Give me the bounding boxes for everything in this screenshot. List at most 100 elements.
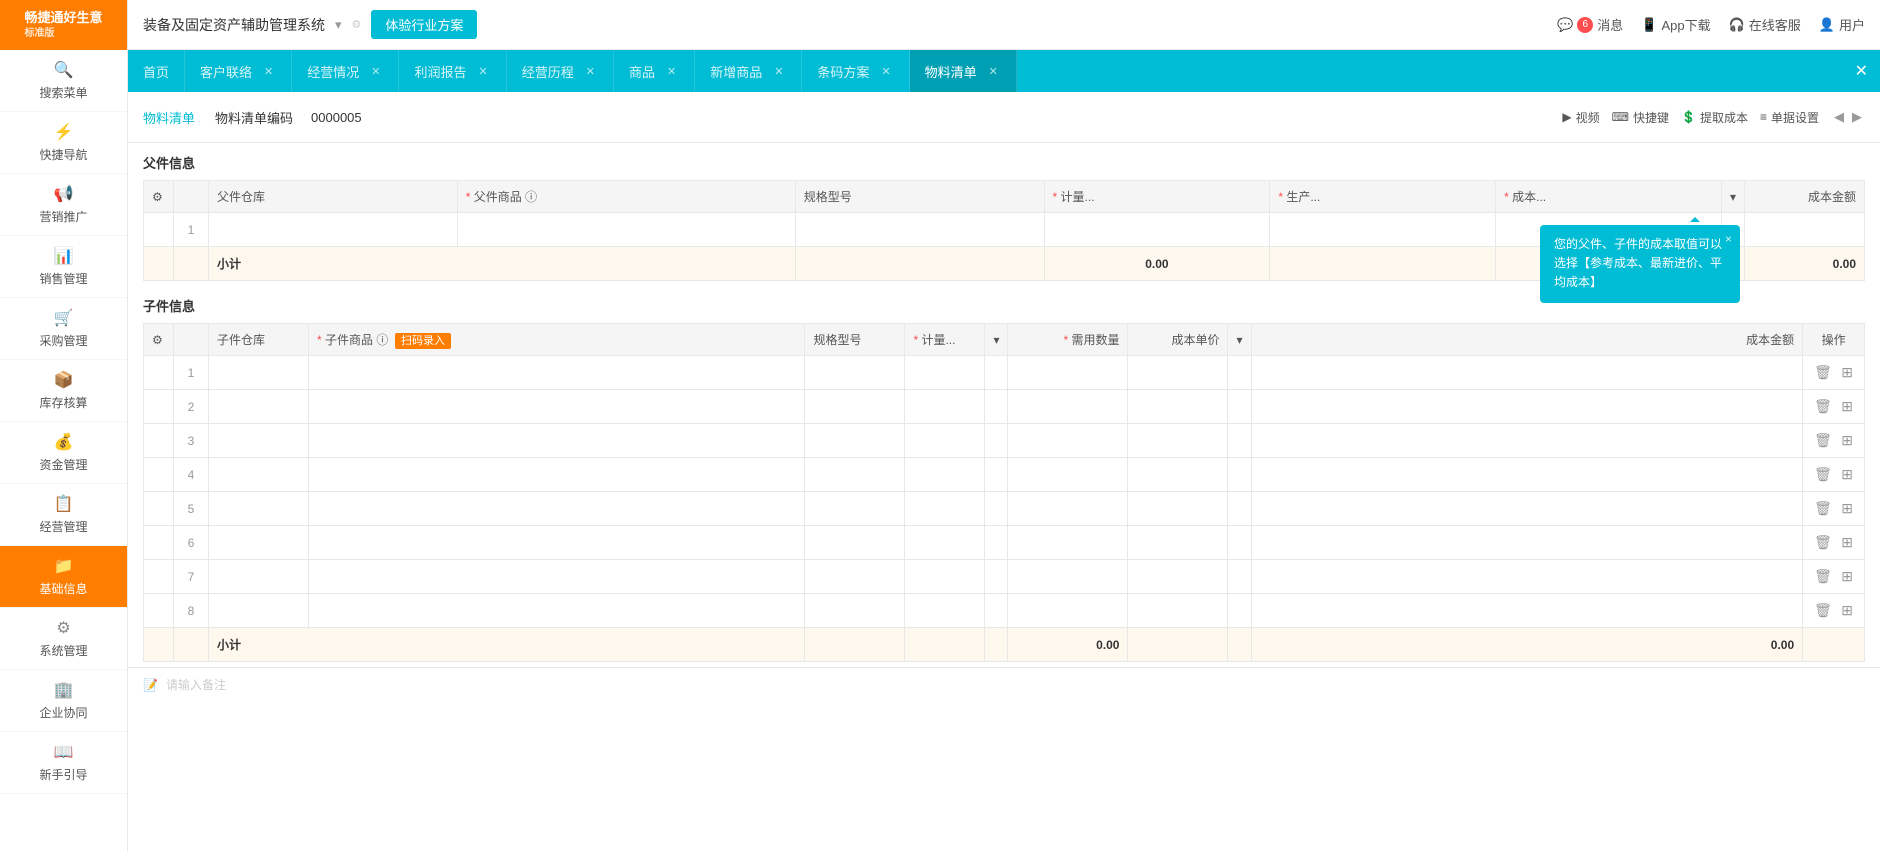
sidebar-item-operations-mgr[interactable]: 📋 经营管理 — [0, 484, 127, 546]
copy-row-5[interactable]: ⊞ — [1838, 500, 1856, 516]
copy-row-2[interactable]: ⊞ — [1838, 398, 1856, 414]
nav-tab-new_products[interactable]: 新增商品✕ — [695, 50, 802, 92]
tab-close-new_products[interactable]: ✕ — [771, 64, 786, 79]
child-row-6-unit[interactable] — [905, 526, 985, 560]
child-row-4-unit[interactable] — [905, 458, 985, 492]
parent-row-1-product[interactable] — [457, 213, 795, 247]
child-row-8-spec[interactable] — [805, 594, 905, 628]
header-gear[interactable]: ⚙ — [352, 18, 362, 31]
sidebar-item-quick-nav[interactable]: ⚡ 快捷导航 — [0, 112, 127, 174]
sidebar-item-marketing[interactable]: 📢 营销推广 — [0, 174, 127, 236]
tab-close-history[interactable]: ✕ — [583, 64, 598, 79]
next-arrow[interactable]: ▶ — [1849, 109, 1865, 125]
sidebar-item-sales[interactable]: 📊 销售管理 — [0, 236, 127, 298]
child-row-4-unit-cost[interactable] — [1128, 458, 1228, 492]
child-row-4-warehouse[interactable] — [209, 458, 309, 492]
child-row-6-spec[interactable] — [805, 526, 905, 560]
parent-col-gear[interactable]: ⚙ — [144, 181, 174, 213]
child-row-8-qty[interactable] — [1008, 594, 1128, 628]
delete-row-1[interactable]: 🗑 — [1811, 364, 1835, 380]
child-row-2-product[interactable] — [309, 390, 805, 424]
prev-arrow[interactable]: ◀ — [1831, 109, 1847, 125]
child-row-3-spec[interactable] — [805, 424, 905, 458]
delete-row-5[interactable]: 🗑 — [1811, 500, 1835, 516]
child-row-1-qty[interactable] — [1008, 356, 1128, 390]
copy-row-4[interactable]: ⊞ — [1838, 466, 1856, 482]
child-row-2-qty[interactable] — [1008, 390, 1128, 424]
nav-tab-bom[interactable]: 物料清单✕ — [910, 50, 1017, 92]
view-video-btn[interactable]: ▶ 视频 — [1562, 109, 1599, 126]
nav-tab-products[interactable]: 商品✕ — [614, 50, 695, 92]
nav-tab-profit[interactable]: 利润报告✕ — [399, 50, 506, 92]
copy-row-6[interactable]: ⊞ — [1838, 534, 1856, 550]
sidebar-item-system[interactable]: ⚙ 系统管理 — [0, 608, 127, 670]
child-row-8-warehouse[interactable] — [209, 594, 309, 628]
nav-tab-home[interactable]: 首页 — [128, 50, 185, 92]
child-row-1-warehouse[interactable] — [209, 356, 309, 390]
copy-row-7[interactable]: ⊞ — [1838, 568, 1856, 584]
child-row-6-warehouse[interactable] — [209, 526, 309, 560]
child-row-5-unit[interactable] — [905, 492, 985, 526]
delete-row-6[interactable]: 🗑 — [1811, 534, 1835, 550]
parent-row-1-warehouse[interactable] — [209, 213, 458, 247]
copy-row-1[interactable]: ⊞ — [1838, 364, 1856, 380]
tooltip-close[interactable]: × — [1725, 230, 1732, 249]
parent-row-1-unit[interactable] — [1044, 213, 1270, 247]
child-row-2-unit[interactable] — [905, 390, 985, 424]
child-row-3-unit[interactable] — [905, 424, 985, 458]
delete-row-7[interactable]: 🗑 — [1811, 568, 1835, 584]
child-row-6-product[interactable] — [309, 526, 805, 560]
tab-close-customers[interactable]: ✕ — [261, 64, 276, 79]
delete-row-8[interactable]: 🗑 — [1811, 602, 1835, 618]
nav-tab-operations[interactable]: 经营情况✕ — [292, 50, 399, 92]
sidebar-item-finance[interactable]: 💰 资金管理 — [0, 422, 127, 484]
child-row-4-qty[interactable] — [1008, 458, 1128, 492]
doc-settings-btn[interactable]: ≡ 单据设置 — [1760, 109, 1819, 126]
child-row-2-spec[interactable] — [805, 390, 905, 424]
child-row-5-unit-cost[interactable] — [1128, 492, 1228, 526]
close-all-tabs[interactable]: ✕ — [1843, 50, 1880, 92]
child-row-6-qty[interactable] — [1008, 526, 1128, 560]
child-row-5-warehouse[interactable] — [209, 492, 309, 526]
child-row-7-unit[interactable] — [905, 560, 985, 594]
child-row-7-product[interactable] — [309, 560, 805, 594]
messages-btn[interactable]: 💬 6 消息 — [1557, 15, 1623, 34]
online-service-btn[interactable]: 🎧 在线客服 — [1729, 15, 1801, 34]
nav-tab-barcode[interactable]: 条码方案✕ — [802, 50, 909, 92]
child-row-5-spec[interactable] — [805, 492, 905, 526]
child-row-3-qty[interactable] — [1008, 424, 1128, 458]
delete-row-3[interactable]: 🗑 — [1811, 432, 1835, 448]
child-row-4-spec[interactable] — [805, 458, 905, 492]
sidebar-item-inventory[interactable]: 📦 库存核算 — [0, 360, 127, 422]
nav-tab-history[interactable]: 经营历程✕ — [507, 50, 614, 92]
child-row-4-product[interactable] — [309, 458, 805, 492]
app-download-btn[interactable]: 📱 App下载 — [1641, 15, 1710, 34]
child-row-7-unit-cost[interactable] — [1128, 560, 1228, 594]
sidebar-item-search[interactable]: 🔍 搜索菜单 — [0, 50, 127, 112]
tab-close-bom[interactable]: ✕ — [986, 64, 1001, 79]
tab-close-profit[interactable]: ✕ — [476, 64, 491, 79]
child-row-1-unit[interactable] — [905, 356, 985, 390]
dropdown-arrow[interactable]: ▾ — [335, 17, 342, 33]
delete-row-2[interactable]: 🗑 — [1811, 398, 1835, 414]
child-row-1-spec[interactable] — [805, 356, 905, 390]
child-row-7-warehouse[interactable] — [209, 560, 309, 594]
nav-tab-customers[interactable]: 客户联络✕ — [185, 50, 292, 92]
sidebar-item-guide[interactable]: 📖 新手引导 — [0, 732, 127, 794]
child-row-8-unit[interactable] — [905, 594, 985, 628]
trial-button[interactable]: 体验行业方案 — [371, 10, 477, 39]
copy-row-8[interactable]: ⊞ — [1838, 602, 1856, 618]
child-row-7-qty[interactable] — [1008, 560, 1128, 594]
tab-close-barcode[interactable]: ✕ — [878, 64, 893, 79]
child-row-5-product[interactable] — [309, 492, 805, 526]
sidebar-item-purchase[interactable]: 🛒 采购管理 — [0, 298, 127, 360]
child-row-8-unit-cost[interactable] — [1128, 594, 1228, 628]
child-row-5-qty[interactable] — [1008, 492, 1128, 526]
child-row-8-product[interactable] — [309, 594, 805, 628]
tab-close-operations[interactable]: ✕ — [368, 64, 383, 79]
sidebar-item-basic-info[interactable]: 📁 基础信息 — [0, 546, 127, 608]
child-row-3-unit-cost[interactable] — [1128, 424, 1228, 458]
child-row-2-unit-cost[interactable] — [1128, 390, 1228, 424]
child-row-7-spec[interactable] — [805, 560, 905, 594]
child-row-3-warehouse[interactable] — [209, 424, 309, 458]
